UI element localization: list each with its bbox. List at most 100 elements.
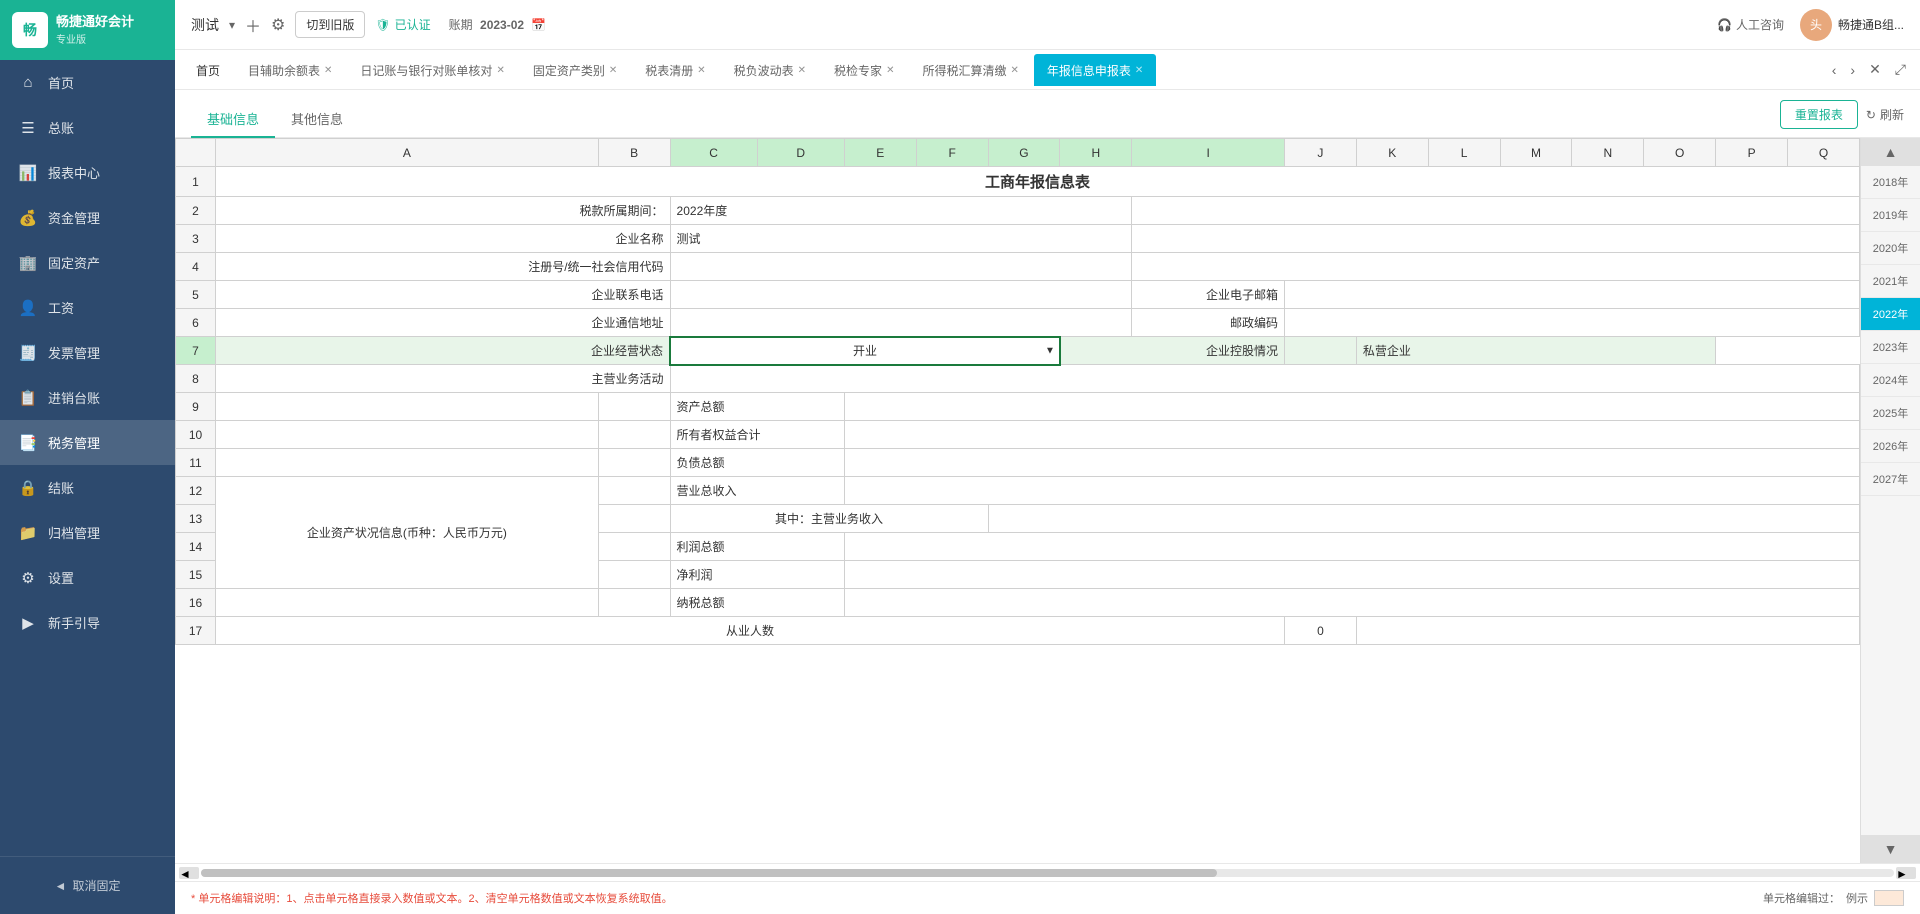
scrollbar-track[interactable] — [201, 869, 1894, 877]
value-cell[interactable] — [1285, 281, 1860, 309]
close-all-tabs-button[interactable]: ✕ — [1863, 57, 1887, 82]
value-cell[interactable] — [844, 533, 1859, 561]
tab-aux-balance[interactable]: 目辅助余额表✕ — [235, 54, 345, 86]
table-row: 2 税款所属期间： 2022年度 — [176, 197, 1860, 225]
year-item-2023[interactable]: 2023年 — [1861, 331, 1920, 364]
sidebar-icon-tax: 📑 — [18, 434, 38, 452]
value-cell[interactable] — [844, 449, 1859, 477]
sidebar-item-funds[interactable]: 💰 资金管理 — [0, 195, 175, 240]
value-cell[interactable] — [844, 589, 1859, 617]
sidebar-item-close[interactable]: 🔒 结账 — [0, 465, 175, 510]
company-dropdown-icon[interactable]: ▾ — [229, 18, 235, 32]
tab-close-icon[interactable]: ✕ — [798, 65, 806, 76]
value-cell[interactable]: 测试 — [670, 225, 1132, 253]
value-cell[interactable] — [670, 365, 1859, 393]
scroll-left-button[interactable]: ◄ — [179, 867, 199, 879]
value-cell[interactable] — [1285, 337, 1357, 365]
tab-fixed-asset-type[interactable]: 固定资产类别✕ — [520, 54, 630, 86]
tab-annual-report[interactable]: 年报信息申报表✕ — [1034, 54, 1156, 86]
year-up-button[interactable]: ▲ — [1861, 138, 1920, 166]
value-cell[interactable] — [844, 477, 1859, 505]
year-item-2020[interactable]: 2020年 — [1861, 232, 1920, 265]
value-cell[interactable]: 0 — [1285, 617, 1357, 645]
year-item-2021[interactable]: 2021年 — [1861, 265, 1920, 298]
year-item-2022[interactable]: 2022年 — [1861, 298, 1920, 331]
scrollbar-thumb[interactable] — [201, 869, 1217, 877]
certified-badge: 🛡 已认证 — [375, 16, 430, 33]
sidebar-icon-payroll: 👤 — [18, 299, 38, 317]
year-down-button[interactable]: ▼ — [1861, 835, 1920, 863]
settings-icon[interactable]: ⚙ — [271, 15, 285, 35]
sidebar-item-ledger[interactable]: ☰ 总账 — [0, 105, 175, 150]
horizontal-scrollbar[interactable]: ◄ ► — [175, 863, 1920, 881]
tab-income-tax[interactable]: 所得税汇算清缴 ✕ — [909, 54, 1031, 86]
subtab-basic[interactable]: 基础信息 — [191, 101, 275, 138]
sidebar-item-reports[interactable]: 📊 报表中心 — [0, 150, 175, 195]
add-tab-button[interactable]: ＋ — [245, 13, 261, 37]
tab-close-icon[interactable]: ✕ — [496, 65, 504, 76]
reset-report-button[interactable]: 重置报表 — [1780, 100, 1858, 129]
value-cell[interactable] — [988, 505, 1859, 533]
value-cell[interactable] — [670, 253, 1132, 281]
page-content: 基础信息 其他信息 重置报表 ↻ 刷新 — [175, 90, 1920, 914]
tab-close-icon[interactable]: ✕ — [1010, 65, 1018, 76]
sidebar-item-guide[interactable]: ▶ 新手引导 — [0, 600, 175, 645]
switch-old-version-button[interactable]: 切到旧版 — [295, 11, 365, 38]
tab-tax-expert[interactable]: 税检专家✕ — [821, 54, 907, 86]
table-row: 16 纳税总额 — [176, 589, 1860, 617]
holding-value-cell[interactable]: 私营企业 — [1356, 337, 1715, 365]
tab-label: 所得税汇算清缴 — [922, 62, 1006, 79]
value-cell[interactable]: 2022年度 — [670, 197, 1132, 225]
year-item-2019[interactable]: 2019年 — [1861, 199, 1920, 232]
value-cell[interactable] — [844, 561, 1859, 589]
tab-journal-bank[interactable]: 日记账与银行对账单核对✕ — [347, 54, 517, 86]
sidebar-item-home[interactable]: ⌂ 首页 — [0, 60, 175, 105]
tab-prev-button[interactable]: ‹ — [1826, 58, 1843, 82]
sidebar-label-invoices: 发票管理 — [48, 343, 100, 362]
year-item-2026[interactable]: 2026年 — [1861, 430, 1920, 463]
scroll-right-button[interactable]: ► — [1896, 867, 1916, 879]
value-cell[interactable] — [1285, 309, 1860, 337]
subtab-other[interactable]: 其他信息 — [275, 101, 359, 138]
year-item-2024[interactable]: 2024年 — [1861, 364, 1920, 397]
tab-close-icon[interactable]: ✕ — [324, 65, 332, 76]
sidebar-item-purchase-sales[interactable]: 📋 进销台账 — [0, 375, 175, 420]
tab-tax-table[interactable]: 税表清册✕ — [632, 54, 718, 86]
value-cell[interactable] — [844, 421, 1859, 449]
tab-close-icon[interactable]: ✕ — [609, 65, 617, 76]
label-cell: 税款所属期间： — [216, 197, 671, 225]
tab-next-button[interactable]: › — [1844, 58, 1861, 82]
sidebar-icon-home: ⌂ — [18, 74, 38, 91]
tab-tax-fluctuation[interactable]: 税负波动表✕ — [721, 54, 819, 86]
tab-expand-button[interactable]: ⤢ — [1889, 57, 1912, 82]
tab-close-icon[interactable]: ✕ — [886, 65, 894, 76]
user-profile[interactable]: 头 畅捷通B组... — [1800, 9, 1904, 41]
col-header-m: M — [1500, 139, 1572, 167]
sidebar-item-invoices[interactable]: 🧾 发票管理 — [0, 330, 175, 375]
service-button[interactable]: 🎧 人工咨询 — [1717, 16, 1784, 33]
table-row: 5 企业联系电话 企业电子邮箱 — [176, 281, 1860, 309]
tab-close-icon[interactable]: ✕ — [697, 65, 705, 76]
value-cell[interactable] — [844, 393, 1859, 421]
value-cell[interactable] — [670, 281, 1132, 309]
refresh-icon: ↻ — [1866, 108, 1876, 122]
table-title-cell[interactable]: 工商年报信息表 — [216, 167, 1860, 197]
value-cell[interactable] — [670, 309, 1132, 337]
year-item-2025[interactable]: 2025年 — [1861, 397, 1920, 430]
sidebar-item-tax[interactable]: 📑 税务管理 — [0, 420, 175, 465]
year-item-2018[interactable]: 2018年 — [1861, 166, 1920, 199]
spreadsheet-scroll[interactable]: A B C D E F G H I J K L — [175, 138, 1860, 863]
tab-close-icon[interactable]: ✕ — [1135, 65, 1143, 76]
sidebar-item-fixed-assets[interactable]: 🏢 固定资产 — [0, 240, 175, 285]
sidebar-item-settings[interactable]: ⚙ 设置 — [0, 555, 175, 600]
sidebar-label-settings: 设置 — [48, 568, 74, 587]
label-cell: 邮政编码 — [1132, 309, 1285, 337]
business-status-dropdown[interactable]: 开业 ▼ — [670, 337, 1060, 365]
sidebar-item-archive[interactable]: 📁 归档管理 — [0, 510, 175, 555]
calendar-icon[interactable]: 📅 — [531, 18, 546, 32]
refresh-button[interactable]: ↻ 刷新 — [1866, 100, 1904, 129]
year-item-2027[interactable]: 2027年 — [1861, 463, 1920, 496]
cancel-fixed-button[interactable]: ◄ 取消固定 — [0, 867, 175, 904]
tab-home[interactable]: 首页 — [183, 54, 233, 86]
sidebar-item-payroll[interactable]: 👤 工资 — [0, 285, 175, 330]
